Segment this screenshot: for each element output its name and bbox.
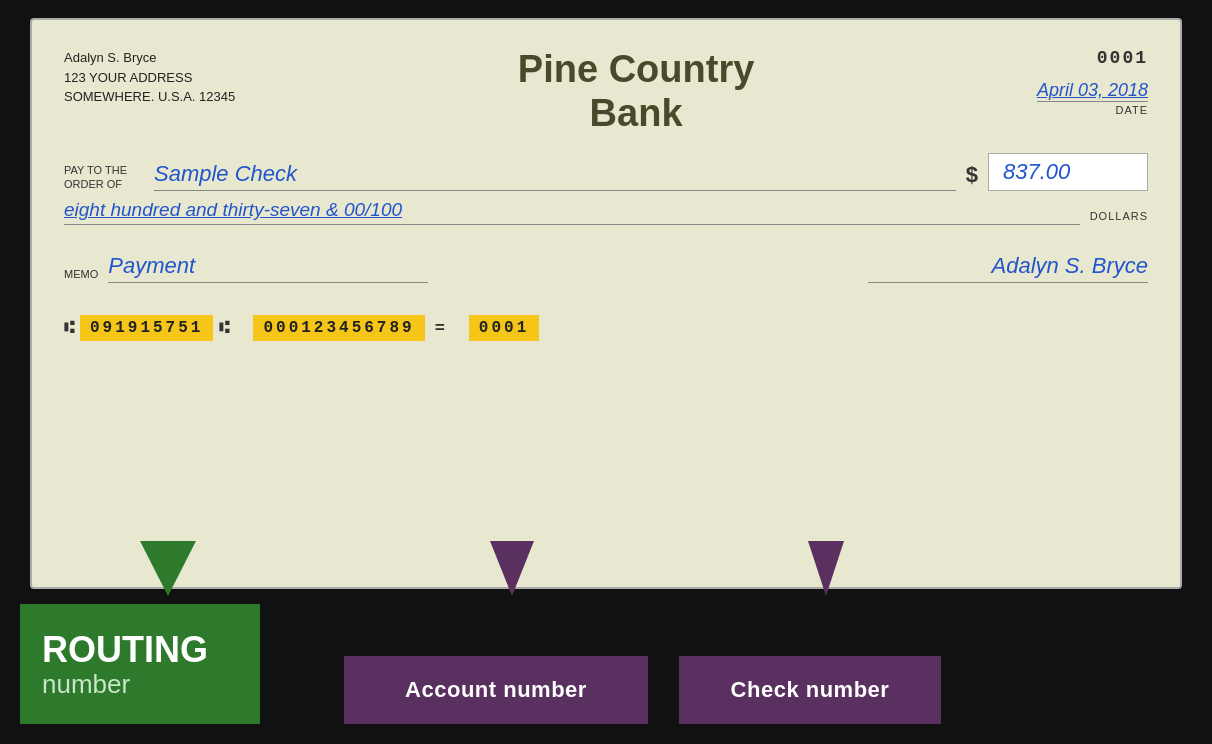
account-arrow [490,541,534,596]
micr-right-symbol: ⑆ [219,319,229,338]
memo-section: MEMO Payment [64,253,591,283]
memo-label: MEMO [64,268,98,283]
check: Adalyn S. Bryce 123 YOUR ADDRESS SOMEWHE… [30,18,1182,589]
sender-info: Adalyn S. Bryce 123 YOUR ADDRESS SOMEWHE… [64,48,235,107]
memo-value: Payment [108,253,195,278]
pay-to-row: PAY TO THE ORDER OF Sample Check $ 837.0… [64,153,1148,191]
account-label-text: Account number [405,677,587,703]
bank-name: Pine CountryBank [255,48,1017,135]
check-header: Adalyn S. Bryce 123 YOUR ADDRESS SOMEWHE… [64,48,1148,135]
check-number-arrow [808,541,844,596]
check-label-text: Check number [731,677,890,703]
micr-account-number: 000123456789 [253,315,424,341]
written-amount-row: eight hundred and thirty-seven & 00/100 … [64,199,1148,225]
micr-equal-symbol: = [435,319,445,338]
signature-line: Adalyn S. Bryce [868,253,1148,283]
date-value: April 03, 2018 [1037,80,1148,101]
routing-label: ROUTING number [20,604,260,724]
check-number-label: Check number [679,656,941,724]
dollars-label: DOLLARS [1090,210,1148,225]
routing-arrow [140,541,196,596]
micr-routing-number: 091915751 [80,315,213,341]
written-amount-line: eight hundred and thirty-seven & 00/100 [64,199,1080,225]
sender-address1: 123 YOUR ADDRESS [64,68,235,88]
sender-address2: SOMEWHERE. U.S.A. 12345 [64,87,235,107]
date-section: April 03, 2018 DATE [1037,80,1148,116]
routing-label-bottom: number [42,670,260,699]
dollar-sign: $ [966,162,978,191]
signature-value: Adalyn S. Bryce [991,253,1148,278]
payee-line: Sample Check [154,161,956,191]
memo-sig-row: MEMO Payment Adalyn S. Bryce [64,253,1148,283]
micr-check-number: 0001 [469,315,539,341]
payee-name: Sample Check [154,161,297,186]
amount-box: 837.00 [988,153,1148,191]
check-number-top: 0001 [1037,48,1148,68]
account-number-label: Account number [344,656,648,724]
routing-label-top: ROUTING [42,630,260,670]
micr-left-symbol: ⑆ [64,319,74,338]
amount-value: 837.00 [1003,159,1070,184]
sender-name: Adalyn S. Bryce [64,48,235,68]
micr-row: ⑆ 091915751 ⑆ 000123456789 = 0001 [64,315,1148,341]
pay-to-label: PAY TO THE ORDER OF [64,163,144,192]
date-label: DATE [1037,101,1148,116]
memo-line: Payment [108,253,428,283]
written-amount-text: eight hundred and thirty-seven & 00/100 [64,199,402,220]
signature-section: Adalyn S. Bryce [621,253,1148,283]
